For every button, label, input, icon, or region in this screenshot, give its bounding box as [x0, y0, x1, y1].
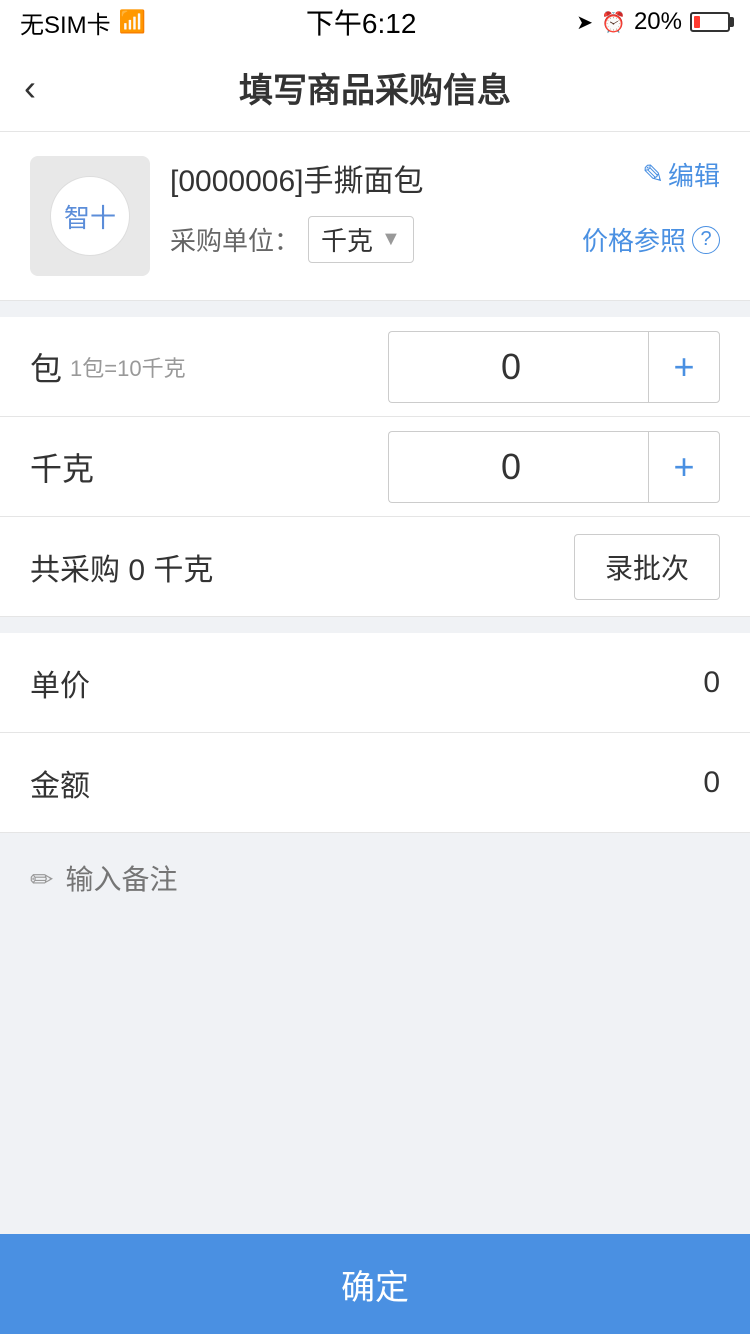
dropdown-icon: ▼ — [381, 228, 401, 251]
back-button[interactable]: ‹ — [24, 67, 36, 109]
price-section: 单价 0 金额 0 — [0, 633, 750, 833]
confirm-bar[interactable]: 确定 — [0, 1234, 750, 1334]
quantity-plus-kg[interactable]: + — [648, 431, 720, 503]
quantity-section: 包 1包=10千克 + 千克 + — [0, 317, 750, 517]
total-unit-value: 千克 — [153, 554, 213, 587]
unit-prefix-label: 采购单位： — [170, 221, 300, 258]
quantity-label-kg: 千克 — [30, 444, 94, 490]
unit-price-value: 0 — [703, 666, 720, 700]
main-content-area — [0, 926, 750, 1226]
nav-bar: ‹ 填写商品采购信息 — [0, 44, 750, 132]
product-logo: 智十 — [50, 176, 130, 256]
edit-icon: ✎ — [642, 159, 664, 190]
edit-button[interactable]: ✎ 编辑 — [642, 156, 720, 193]
product-unit-row: 采购单位： 千克 ▼ 价格参照 ? — [170, 216, 720, 263]
unit-value: 千克 — [321, 221, 373, 258]
page-title: 填写商品采购信息 — [239, 63, 511, 112]
price-ref-label: 价格参照 — [582, 221, 686, 258]
amount-value: 0 — [703, 766, 720, 800]
pencil-icon: ✏ — [30, 863, 53, 896]
confirm-button-label: 确定 — [341, 1260, 409, 1309]
logo-text: 智十 — [64, 198, 116, 235]
quantity-input-wrap-kg: + — [94, 431, 720, 503]
total-row: 共采购 0 千克 录批次 — [0, 517, 750, 617]
status-left: 无SIM卡 📶 — [20, 5, 146, 40]
status-right: ➤ ⏰ 20% — [576, 8, 730, 36]
location-icon: ➤ — [576, 10, 593, 35]
battery-icon — [690, 12, 730, 32]
quantity-sublabel-bags: 1包=10千克 — [70, 351, 186, 383]
plus-icon-bags: + — [673, 346, 694, 388]
alarm-icon: ⏰ — [601, 10, 626, 35]
total-amount-value: 0 — [128, 554, 145, 587]
quantity-input-bags[interactable] — [388, 331, 648, 403]
section-divider-2 — [0, 617, 750, 633]
quantity-plus-bags[interactable]: + — [648, 331, 720, 403]
record-batch-label: 录批次 — [605, 553, 689, 584]
product-image: 智十 — [30, 156, 150, 276]
edit-label: 编辑 — [668, 156, 720, 193]
carrier-label: 无SIM卡 — [20, 5, 111, 40]
total-prefix: 共采购 — [30, 554, 120, 587]
unit-select[interactable]: 千克 ▼ — [308, 216, 414, 263]
quantity-input-wrap-bags: + — [186, 331, 720, 403]
product-info: [0000006]手撕面包 ✎ 编辑 采购单位： 千克 ▼ 价格参照 ? — [170, 156, 720, 263]
status-bar: 无SIM卡 📶 下午6:12 ➤ ⏰ 20% — [0, 0, 750, 44]
price-reference-button[interactable]: 价格参照 ? — [582, 221, 720, 258]
amount-label: 金额 — [30, 761, 90, 805]
battery-percent: 20% — [634, 8, 682, 36]
plus-icon-kg: + — [673, 446, 694, 488]
unit-price-label: 单价 — [30, 661, 90, 705]
status-time: 下午6:12 — [306, 2, 417, 42]
remark-input[interactable] — [65, 864, 720, 896]
section-divider-1 — [0, 301, 750, 317]
total-text: 共采购 0 千克 — [30, 545, 213, 589]
wifi-icon: 📶 — [119, 9, 146, 35]
quantity-input-kg[interactable] — [388, 431, 648, 503]
unit-price-row: 单价 0 — [0, 633, 750, 733]
product-name: [0000006]手撕面包 — [170, 156, 642, 200]
quantity-label-bags: 包 — [30, 344, 62, 390]
quantity-row-bags: 包 1包=10千克 + — [0, 317, 750, 417]
amount-row: 金额 0 — [0, 733, 750, 833]
quantity-row-kg: 千克 + — [0, 417, 750, 517]
product-card: 智十 [0000006]手撕面包 ✎ 编辑 采购单位： 千克 ▼ 价格参照 ? — [0, 132, 750, 301]
remark-section: ✏ — [0, 833, 750, 926]
record-batch-button[interactable]: 录批次 — [574, 534, 720, 600]
product-header: [0000006]手撕面包 ✎ 编辑 — [170, 156, 720, 200]
help-icon: ? — [692, 226, 720, 254]
